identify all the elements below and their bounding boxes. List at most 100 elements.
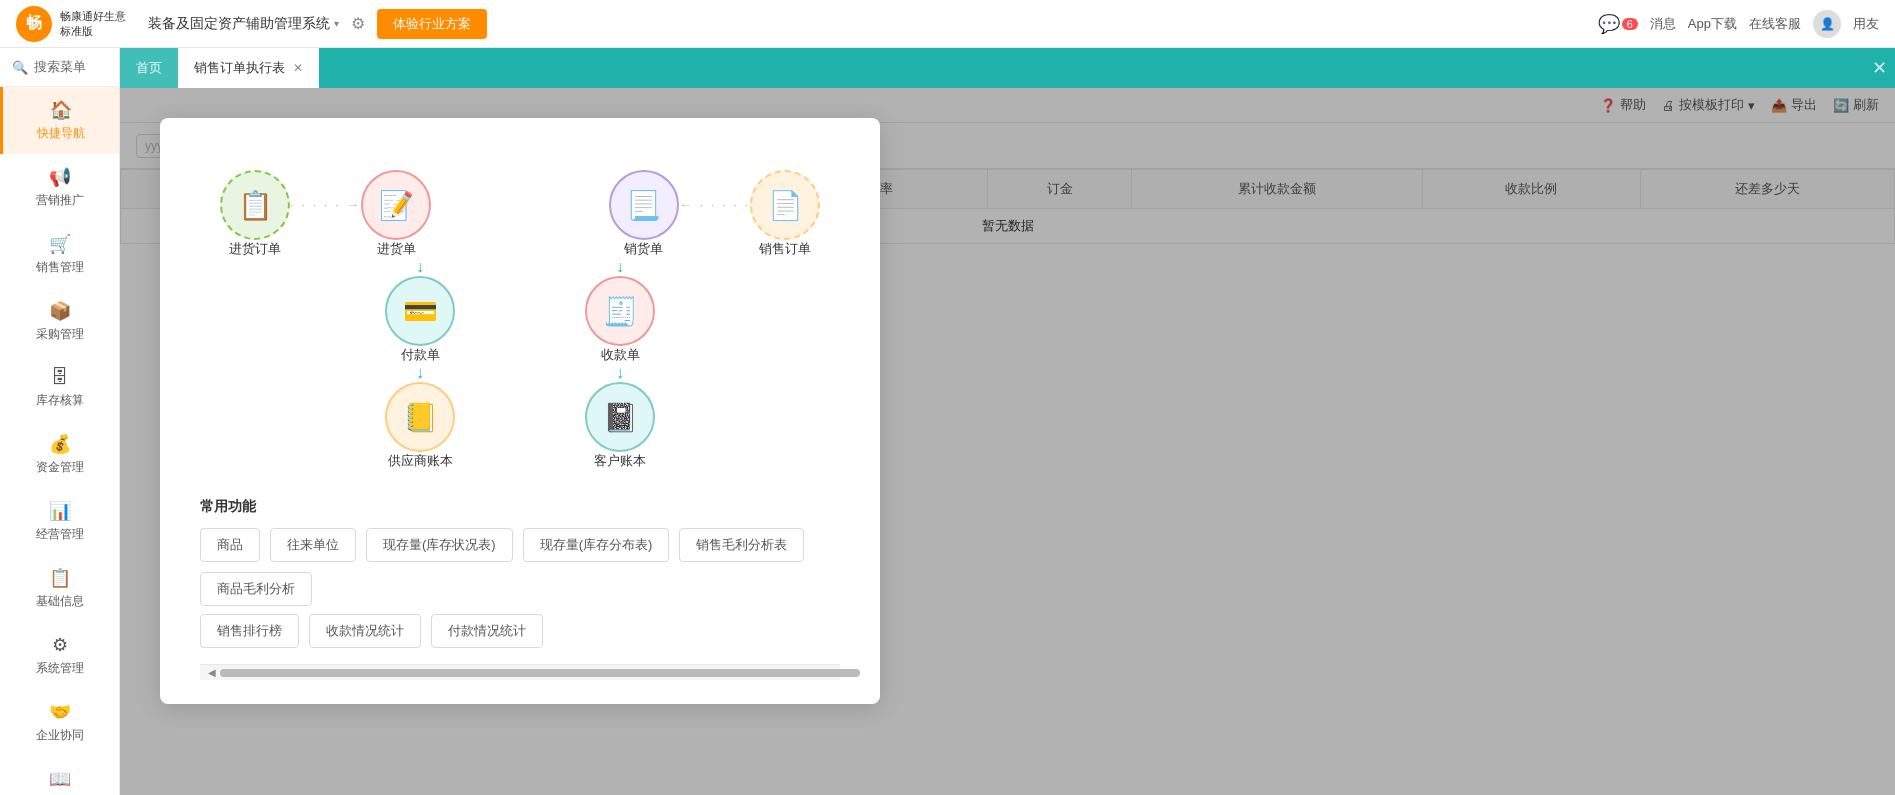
func-btn-sales-rank[interactable]: 销售排行榜	[200, 614, 299, 648]
tab-sales-order[interactable]: 销售订单执行表 ✕	[178, 48, 319, 88]
sidebar-item-purchase[interactable]: 📦 采购管理	[0, 288, 119, 355]
sales-bill-label: 销货单	[624, 240, 663, 258]
purchase-order-icon: 📋	[220, 170, 290, 240]
sidebar-item-inventory[interactable]: 🗄 库存核算	[0, 355, 119, 421]
system-label: 系统管理	[36, 660, 84, 677]
message-icon[interactable]: 💬 6	[1598, 13, 1638, 35]
func-btn-row-2: 销售排行榜 收款情况统计 付款情况统计	[200, 614, 840, 648]
sidebar: 🔍 搜索菜单 🏠 快捷导航 📢 营销推广 🛒 销售管理 📦 采购管理 🗄	[0, 48, 120, 795]
func-btn-partner[interactable]: 往来单位	[270, 528, 356, 562]
flow-node-purchase-bill[interactable]: 📝 进货单	[361, 170, 431, 258]
scroll-track[interactable]	[220, 669, 820, 677]
common-func-title: 常用功能	[200, 498, 840, 516]
inventory-label: 库存核算	[36, 392, 84, 409]
sidebar-item-quick-nav[interactable]: 🏠 快捷导航	[0, 87, 119, 154]
supplier-ledger-label: 供应商账本	[388, 452, 453, 470]
dropdown-arrow-icon: ▾	[334, 18, 339, 29]
enterprise-icon: 🤝	[49, 701, 71, 723]
payment-bill-label: 付款单	[401, 346, 440, 364]
app-download[interactable]: App下载	[1688, 15, 1737, 33]
tab-close-icon[interactable]: ✕	[293, 61, 303, 75]
window-close-icon[interactable]: ✕	[1872, 57, 1887, 79]
scroll-bar-area: ◀ ▶	[200, 664, 840, 680]
func-btn-stock-status[interactable]: 现存量(库存状况表)	[366, 528, 513, 562]
purchase-icon: 📦	[49, 300, 71, 322]
search-menu[interactable]: 🔍 搜索菜单	[0, 48, 119, 87]
func-btn-row-1: 商品 往来单位 现存量(库存状况表) 现存量(库存分布表) 销售毛利分析表 商品…	[200, 528, 840, 606]
user-avatar[interactable]: 👤	[1813, 10, 1841, 38]
enterprise-label: 企业协同	[36, 727, 84, 744]
finance-label: 资金管理	[36, 459, 84, 476]
inventory-icon: 🗄	[51, 367, 69, 388]
func-btn-stock-dist[interactable]: 现存量(库存分布表)	[523, 528, 670, 562]
func-btn-product[interactable]: 商品	[200, 528, 260, 562]
basic-label: 基础信息	[36, 593, 84, 610]
flow-node-payment-bill[interactable]: 💳 付款单	[385, 276, 455, 364]
flow-node-sales-bill[interactable]: 📃 销货单	[609, 170, 679, 258]
func-btn-receipt-stats[interactable]: 收款情况统计	[309, 614, 421, 648]
online-service[interactable]: 在线客服	[1749, 15, 1801, 33]
marketing-icon: 📢	[49, 166, 71, 188]
basic-icon: 📋	[49, 567, 71, 589]
experience-btn[interactable]: 体验行业方案	[377, 9, 487, 39]
message-badge: 6	[1622, 18, 1638, 30]
sidebar-item-finance[interactable]: 💰 资金管理	[0, 421, 119, 488]
tab-home[interactable]: 首页	[120, 48, 178, 88]
quick-nav-icon: 🏠	[50, 99, 72, 121]
logo-text: 畅康通好生意标准版	[60, 9, 126, 38]
system-title-dropdown[interactable]: 装备及固定资产辅助管理系统 ▾	[148, 15, 339, 33]
flow-node-receipt-bill[interactable]: 🧾 收款单	[585, 276, 655, 364]
username: 用友	[1853, 15, 1879, 33]
func-btn-sales-gross[interactable]: 销售毛利分析表	[679, 528, 804, 562]
purchase-label: 采购管理	[36, 326, 84, 343]
guide-icon: 📖	[49, 768, 71, 790]
customer-ledger-label: 客户账本	[594, 452, 646, 470]
flow-section: 📋 进货订单 · · · · · →	[200, 150, 840, 490]
flow-node-customer-ledger[interactable]: 📓 客户账本	[585, 382, 655, 470]
sidebar-item-marketing[interactable]: 📢 营销推广	[0, 154, 119, 221]
home-tab-label: 首页	[136, 59, 162, 77]
sidebar-item-sales[interactable]: 🛒 销售管理	[0, 221, 119, 288]
logo-area: 畅 畅康通好生意标准版	[16, 6, 136, 42]
finance-icon: 💰	[49, 433, 71, 455]
sidebar-item-system[interactable]: ⚙ 系统管理	[0, 622, 119, 689]
supplier-ledger-icon: 📒	[385, 382, 455, 452]
sidebar-item-guide[interactable]: 📖 新手引导	[0, 756, 119, 795]
operations-icon: 📊	[49, 500, 71, 522]
purchase-bill-label: 进货单	[377, 240, 416, 258]
scroll-left-icon[interactable]: ◀	[204, 667, 220, 678]
sales-order-tab-label: 销售订单执行表	[194, 59, 285, 77]
message-label[interactable]: 消息	[1650, 15, 1676, 33]
modal-overlay[interactable]: 📋 进货订单 · · · · · →	[120, 88, 1895, 795]
search-icon: 🔍	[12, 60, 28, 75]
system-icon: ⚙	[52, 634, 68, 656]
operations-label: 经营管理	[36, 526, 84, 543]
purchase-order-label: 进货订单	[229, 240, 281, 258]
sidebar-item-enterprise[interactable]: 🤝 企业协同	[0, 689, 119, 756]
common-functions: 常用功能 商品 往来单位 现存量(库存状况表) 现存量(库存分布表) 销售毛利分…	[200, 498, 840, 648]
modal-box: 📋 进货订单 · · · · · →	[160, 118, 880, 704]
quick-nav-label: 快捷导航	[37, 125, 85, 142]
gear-icon[interactable]: ⚙	[351, 14, 365, 33]
main-content: 首页 销售订单执行表 ✕ ✕ ❓ 帮助	[120, 48, 1895, 795]
purchase-bill-icon: 📝	[361, 170, 431, 240]
scroll-thumb	[220, 669, 860, 677]
sales-order-icon: 📄	[750, 170, 820, 240]
sales-bill-icon: 📃	[609, 170, 679, 240]
func-btn-product-gross[interactable]: 商品毛利分析	[200, 572, 312, 606]
flow-node-purchase-order[interactable]: 📋 进货订单	[220, 170, 290, 258]
receipt-bill-icon: 🧾	[585, 276, 655, 346]
marketing-label: 营销推广	[36, 192, 84, 209]
logo-icon: 畅	[16, 6, 52, 42]
tab-bar: 首页 销售订单执行表 ✕ ✕	[120, 48, 1895, 88]
sales-label: 销售管理	[36, 259, 84, 276]
customer-ledger-icon: 📓	[585, 382, 655, 452]
payment-bill-icon: 💳	[385, 276, 455, 346]
func-btn-payment-stats[interactable]: 付款情况统计	[431, 614, 543, 648]
sidebar-item-basic[interactable]: 📋 基础信息	[0, 555, 119, 622]
flow-node-supplier-ledger[interactable]: 📒 供应商账本	[385, 382, 455, 470]
search-label: 搜索菜单	[34, 58, 86, 76]
sales-icon: 🛒	[49, 233, 71, 255]
sidebar-item-operations[interactable]: 📊 经营管理	[0, 488, 119, 555]
flow-node-sales-order[interactable]: 📄 销售订单	[750, 170, 820, 258]
